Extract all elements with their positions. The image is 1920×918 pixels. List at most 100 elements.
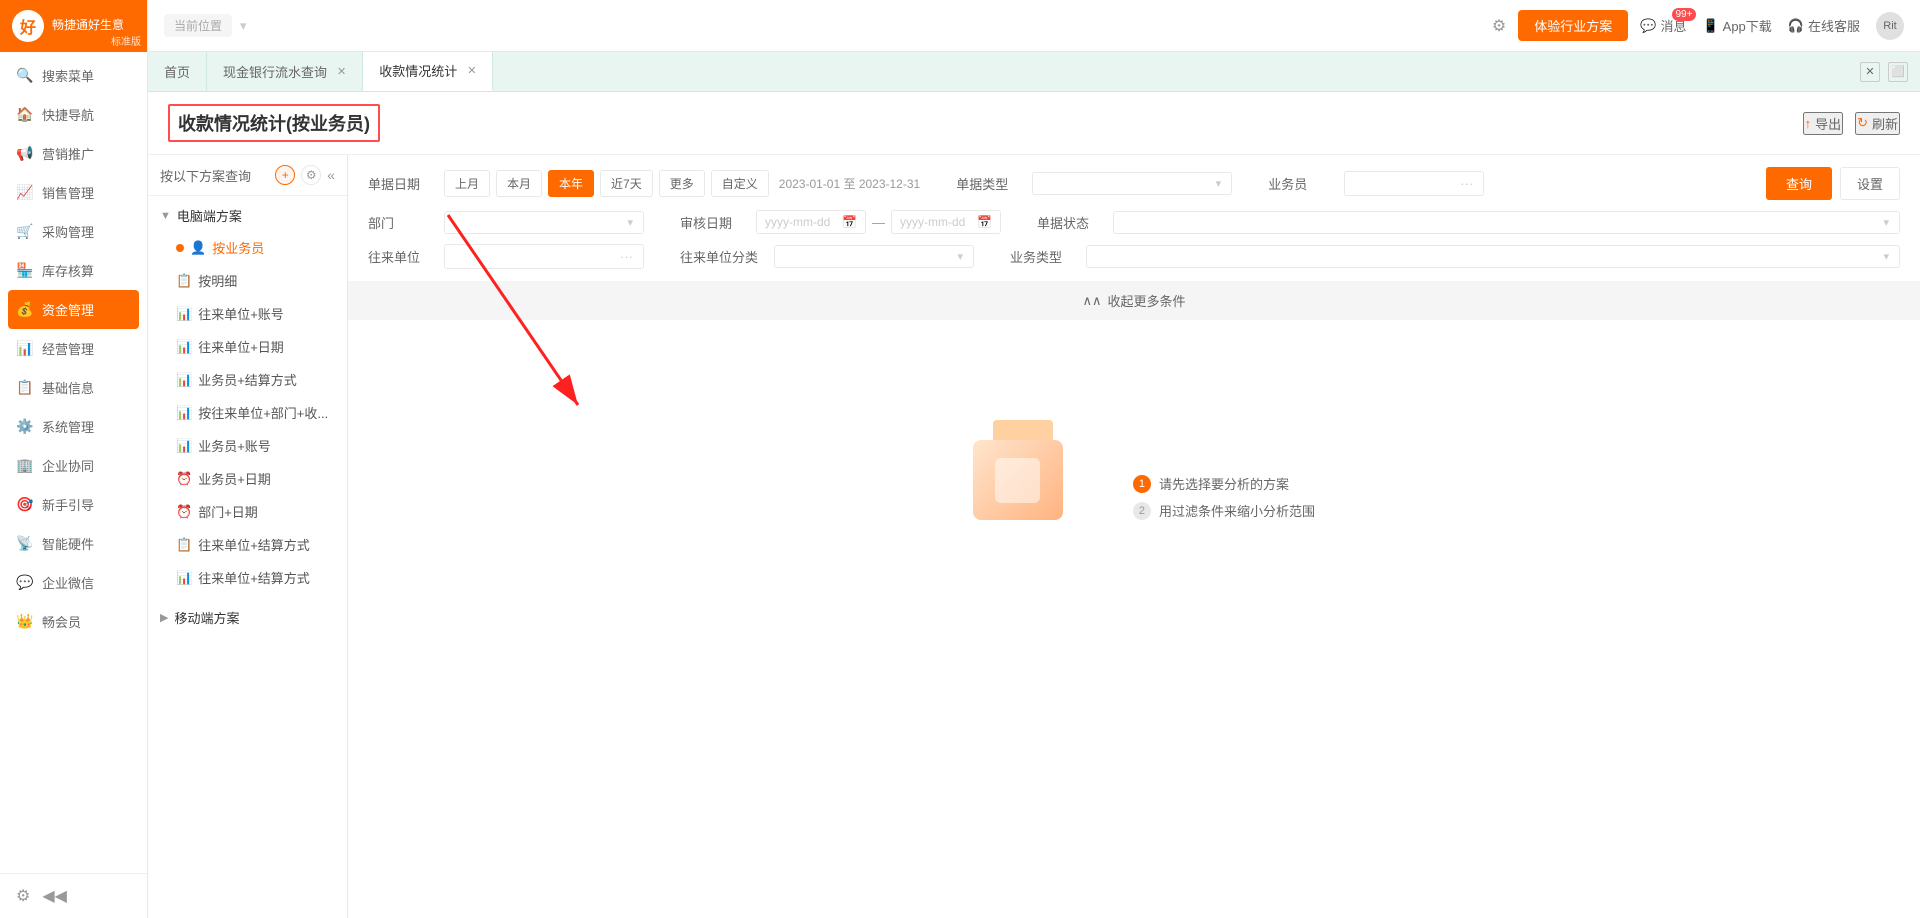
tree-item-by-detail[interactable]: 📋 按明细 [148,264,347,297]
online-service-button[interactable]: 🎧 在线客服 [1788,16,1860,35]
date-btn-last-month[interactable]: 上月 [444,170,490,197]
collapse-panel-button[interactable]: « [327,167,335,183]
sidebar-item-member[interactable]: 👑 畅会员 [0,602,147,641]
tree-item-unit-payment2[interactable]: 📊 往来单位+结算方式 [148,561,347,594]
basic-icon: 📋 [16,379,34,396]
search-icon: 🔍 [16,67,34,84]
tab-close-btn[interactable]: ✕ [1860,62,1880,82]
tree-item-unit-account[interactable]: 📊 往来单位+账号 [148,297,347,330]
sidebar-item-finance[interactable]: 💰 资金管理 [8,290,139,329]
sidebar-item-enterprise[interactable]: 🏢 企业协同 [0,446,147,485]
audit-date-from[interactable]: yyyy-mm-dd 📅 [756,210,866,234]
sidebar-item-system[interactable]: ⚙️ 系统管理 [0,407,147,446]
sidebar-item-basic[interactable]: 📋 基础信息 [0,368,147,407]
tree-desktop-header[interactable]: ▼ 电脑端方案 [148,200,347,231]
topbar-settings-icon[interactable]: ⚙ [1492,16,1506,36]
calendar-to-icon[interactable]: 📅 [977,215,992,229]
salesman-select[interactable]: ··· [1344,171,1484,196]
category-chevron: ▾ [957,250,963,263]
voucher-type-select[interactable]: ▾ [1032,172,1232,195]
user-avatar[interactable]: Rit [1876,12,1904,40]
sidebar-item-guide[interactable]: 🎯 新手引导 [0,485,147,524]
refresh-icon: ↻ [1857,115,1868,131]
sidebar-item-sales[interactable]: 📈 销售管理 [0,173,147,212]
audit-date-to[interactable]: yyyy-mm-dd 📅 [891,210,1001,234]
sidebar: 好 畅捷通好生意 标准版 🔍 搜索菜单 🏠 快捷导航 📢 营销推广 📈 销售管理… [0,0,148,918]
sidebar-item-operation[interactable]: 📊 经营管理 [0,329,147,368]
trial-button[interactable]: 体验行业方案 [1518,10,1628,41]
counterparty-dots[interactable]: ··· [620,249,633,264]
sidebar-item-purchase[interactable]: 🛒 采购管理 [0,212,147,251]
sidebar-item-marketing[interactable]: 📢 营销推广 [0,134,147,173]
page-content: 收款情况统计(按业务员) ↑ 导出 ↻ 刷新 按以下方案查询 [148,92,1920,918]
page-header: 收款情况统计(按业务员) ↑ 导出 ↻ 刷新 [148,92,1920,155]
sidebar-item-wechat[interactable]: 💬 企业微信 [0,563,147,602]
counterparty-input[interactable]: ··· [444,244,644,269]
empty-illustration [953,400,1093,520]
tab-payment-stats[interactable]: 收款情况统计 ✕ [363,52,493,91]
tab-close-payment-stats[interactable]: ✕ [467,64,476,77]
filter-settings-button[interactable]: 设置 [1840,167,1900,200]
tab-home[interactable]: 首页 [148,52,207,91]
sidebar-footer: ⚙ ◀◀ [0,873,147,918]
salesman-icon: 👤 [190,240,206,256]
sidebar-item-search[interactable]: 🔍 搜索菜单 [0,56,147,95]
dept-select[interactable]: ▾ [444,211,644,234]
tab-maximize-btn[interactable]: ⬜ [1888,62,1908,82]
tab-close-bank-flow[interactable]: ✕ [337,65,346,78]
tree-item-salesman-payment[interactable]: 📊 业务员+结算方式 [148,363,347,396]
tree-item-salesman-account[interactable]: 📊 业务员+账号 [148,429,347,462]
tree-item-unit-payment1[interactable]: 📋 往来单位+结算方式 [148,528,347,561]
date-group: 上月 本月 本年 近7天 更多 自定义 2023-01-01 至 2023-12… [444,170,920,197]
query-button[interactable]: 查询 [1766,167,1832,200]
wechat-icon: 💬 [16,574,34,591]
sidebar-item-inventory[interactable]: 🏪 库存核算 [0,251,147,290]
tab-bank-flow[interactable]: 现金银行流水查询 ✕ [207,52,363,91]
voucher-status-select[interactable]: ▾ [1113,211,1900,234]
date-btn-7days[interactable]: 近7天 [600,170,653,197]
plan-settings-button[interactable]: ⚙ [301,165,321,185]
export-button[interactable]: ↑ 导出 [1803,112,1844,135]
tree-item-salesman-date[interactable]: ⏰ 业务员+日期 [148,462,347,495]
download-icon: 📱 [1702,18,1718,34]
detail-icon: 📋 [176,273,192,289]
breadcrumb-item: 当前位置 [164,14,232,37]
date-btn-this-month[interactable]: 本月 [496,170,542,197]
sidebar-nav: 🔍 搜索菜单 🏠 快捷导航 📢 营销推广 📈 销售管理 🛒 采购管理 🏪 库存核… [0,52,147,873]
status-chevron: ▾ [1883,216,1889,229]
tree-item-by-salesman[interactable]: 👤 按业务员 [148,231,347,264]
sidebar-item-hardware[interactable]: 📡 智能硬件 [0,524,147,563]
logo-icon: 好 [12,10,44,42]
refresh-button[interactable]: ↻ 刷新 [1855,112,1900,135]
settings-footer-icon[interactable]: ⚙ [16,886,30,906]
business-type-label: 业务类型 [1010,247,1070,266]
counterparty-category-select[interactable]: ▾ [774,245,974,268]
messages-button[interactable]: 💬 消息 99+ [1640,16,1686,35]
add-plan-button[interactable]: + [275,165,295,185]
version-badge: 标准版 [111,33,141,48]
left-panel-title: 按以下方案查询 [160,166,269,185]
audit-date-label: 审核日期 [680,213,740,232]
tree-item-unit-date[interactable]: 📊 往来单位+日期 [148,330,347,363]
tree-mobile-header[interactable]: ▶ 移动端方案 [148,602,347,633]
calendar-from-icon[interactable]: 📅 [842,215,857,229]
sales-icon: 📈 [16,184,34,201]
collapse-sidebar-icon[interactable]: ◀◀ [42,886,67,906]
collapse-more-button[interactable]: ∧∧ 收起更多条件 [1082,291,1185,310]
tree-item-dept-date[interactable]: ⏰ 部门+日期 [148,495,347,528]
sidebar-item-quick-nav[interactable]: 🏠 快捷导航 [0,95,147,134]
date-btn-this-year[interactable]: 本年 [548,170,594,197]
hint-num-2: 2 [1133,502,1151,520]
dept-date-icon: ⏰ [176,504,192,520]
tree-item-unit-dept[interactable]: 📊 按往来单位+部门+收... [148,396,347,429]
date-btn-more[interactable]: 更多 [659,170,705,197]
logo-text: 畅捷通好生意 [52,18,124,34]
business-type-select[interactable]: ▾ [1086,245,1900,268]
left-panel-actions: + ⚙ [275,165,321,185]
date-btn-custom[interactable]: 自定义 [711,170,769,197]
salesman-dots: ··· [1460,176,1473,191]
voucher-type-chevron: ▾ [1216,177,1222,190]
filter-block: 单据日期 上月 本月 本年 近7天 更多 自定义 2023-01-01 至 20… [348,155,1920,281]
app-download-button[interactable]: 📱 App下载 [1702,16,1771,35]
tabbar: 首页 现金银行流水查询 ✕ 收款情况统计 ✕ ✕ ⬜ [148,52,1920,92]
